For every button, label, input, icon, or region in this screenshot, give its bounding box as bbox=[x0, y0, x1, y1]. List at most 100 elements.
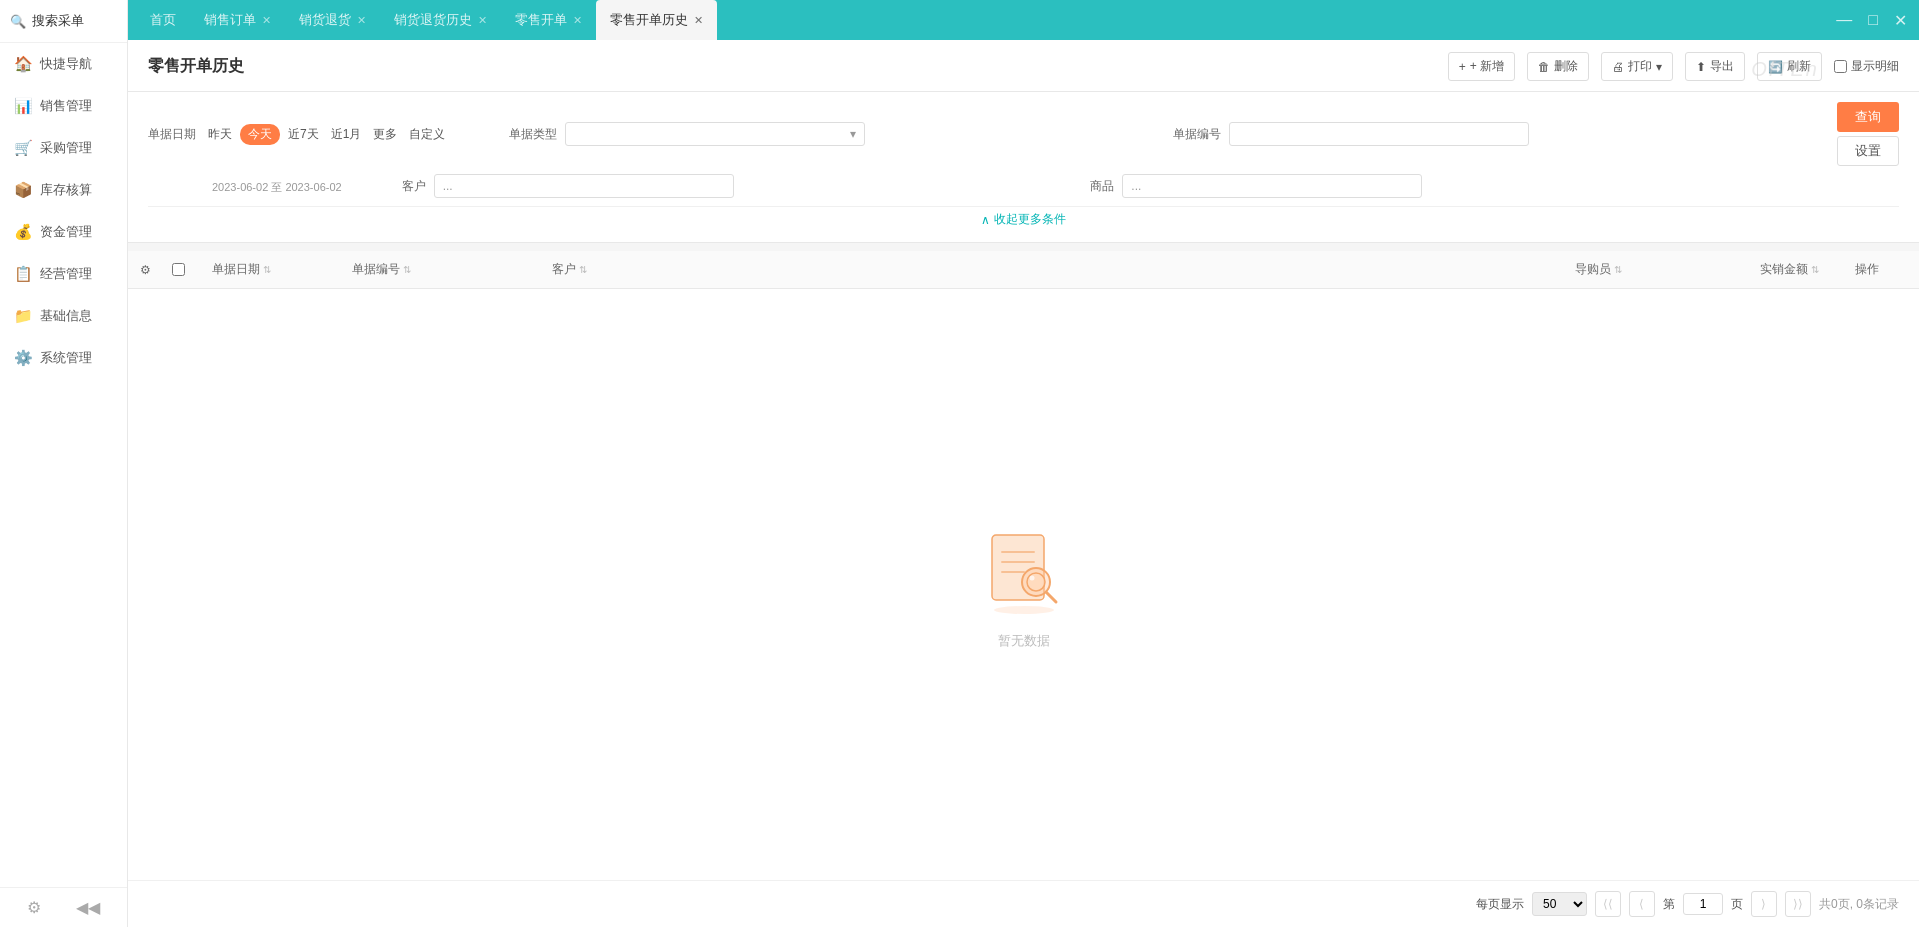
sidebar-search-label: 搜索采单 bbox=[32, 12, 84, 30]
th-amount[interactable]: 实销金额 ⇅ bbox=[1687, 261, 1827, 278]
tab-sales-order[interactable]: 销售订单✕ bbox=[190, 0, 285, 40]
tab-retail-history[interactable]: 零售开单历史✕ bbox=[596, 0, 717, 40]
show-detail-checkbox[interactable] bbox=[1834, 60, 1847, 73]
svg-point-7 bbox=[1027, 573, 1045, 591]
customer-filter-group: 客户 ... bbox=[402, 174, 1071, 198]
add-button[interactable]: + + 新增 bbox=[1448, 52, 1515, 81]
customer-value: ... bbox=[443, 179, 453, 193]
page-prefix-label: 第 bbox=[1663, 896, 1675, 913]
delete-icon: 🗑 bbox=[1538, 60, 1550, 74]
th-date[interactable]: 单据日期 ⇅ bbox=[204, 261, 344, 278]
total-info: 共0页, 0条记录 bbox=[1819, 896, 1899, 913]
bill-type-select[interactable]: ▾ bbox=[565, 122, 865, 146]
per-page-label: 每页显示 bbox=[1476, 896, 1524, 913]
empty-icon bbox=[974, 520, 1074, 620]
date-opt-last1month[interactable]: 近1月 bbox=[327, 124, 366, 145]
tab-close-sales-return[interactable]: ✕ bbox=[357, 14, 366, 27]
sidebar: 🔍 搜索采单 🏠 快捷导航 📊 销售管理 🛒 采购管理 📦 库存核算 💰 资金管… bbox=[0, 0, 128, 927]
print-icon: 🖨 bbox=[1612, 60, 1624, 74]
sidebar-item-sales-mgmt[interactable]: 📊 销售管理 bbox=[0, 85, 127, 127]
page-suffix-label: 页 bbox=[1731, 896, 1743, 913]
select-all-checkbox[interactable] bbox=[172, 263, 185, 276]
sidebar-icon-system-mgmt: ⚙️ bbox=[14, 349, 32, 367]
collapse-icon[interactable]: ◀◀ bbox=[76, 898, 100, 917]
sidebar-item-quick-nav[interactable]: 🏠 快捷导航 bbox=[0, 43, 127, 85]
settings-button[interactable]: 设置 bbox=[1837, 136, 1899, 166]
export-button[interactable]: ⬆ 导出 bbox=[1685, 52, 1745, 81]
last-page-btn[interactable]: ⟩⟩ bbox=[1785, 891, 1811, 917]
tab-label-retail-open: 零售开单 bbox=[515, 11, 567, 29]
sidebar-item-purchase-mgmt[interactable]: 🛒 采购管理 bbox=[0, 127, 127, 169]
collapse-label: 收起更多条件 bbox=[994, 211, 1066, 228]
date-opt-custom[interactable]: 自定义 bbox=[405, 124, 449, 145]
date-opt-more[interactable]: 更多 bbox=[369, 124, 401, 145]
tab-close-sales-return-history[interactable]: ✕ bbox=[478, 14, 487, 27]
date-filter-group: 单据日期 昨天今天近7天近1月更多自定义 bbox=[148, 124, 449, 145]
query-button[interactable]: 查询 bbox=[1837, 102, 1899, 132]
sidebar-icon-operations: 📋 bbox=[14, 265, 32, 283]
th-customer-label: 客户 bbox=[552, 261, 576, 278]
print-button[interactable]: 🖨 打印 ▾ bbox=[1601, 52, 1673, 81]
prev-page-btn[interactable]: ⟨ bbox=[1629, 891, 1655, 917]
delete-button[interactable]: 🗑 删除 bbox=[1527, 52, 1589, 81]
close-btn[interactable]: ✕ bbox=[1890, 11, 1911, 30]
empty-text: 暂无数据 bbox=[998, 632, 1050, 650]
sidebar-icon-quick-nav: 🏠 bbox=[14, 55, 32, 73]
th-checkbox[interactable] bbox=[172, 263, 204, 276]
th-guide[interactable]: 导购员 ⇅ bbox=[1567, 261, 1687, 278]
show-detail-label: 显示明细 bbox=[1851, 58, 1899, 75]
tab-close-sales-order[interactable]: ✕ bbox=[262, 14, 271, 27]
th-settings[interactable]: ⚙ bbox=[140, 263, 172, 277]
sidebar-label-purchase-mgmt: 采购管理 bbox=[40, 139, 92, 157]
bill-no-input[interactable] bbox=[1229, 122, 1529, 146]
first-page-btn[interactable]: ⟨⟨ bbox=[1595, 891, 1621, 917]
th-customer[interactable]: 客户 ⇅ bbox=[544, 261, 1567, 278]
th-date-label: 单据日期 bbox=[212, 261, 260, 278]
sidebar-label-basic-info: 基础信息 bbox=[40, 307, 92, 325]
tab-retail-open[interactable]: 零售开单 ✕ bbox=[501, 0, 596, 40]
sort-icon-date: ⇅ bbox=[263, 264, 271, 275]
date-opt-yesterday[interactable]: 昨天 bbox=[204, 124, 236, 145]
refresh-button[interactable]: 🔄 刷新 bbox=[1757, 52, 1822, 81]
sidebar-label-operations: 经营管理 bbox=[40, 265, 92, 283]
print-label: 打印 bbox=[1628, 58, 1652, 75]
maximize-btn[interactable]: □ bbox=[1864, 11, 1882, 29]
th-bill-no[interactable]: 单据编号 ⇅ bbox=[344, 261, 544, 278]
tab-close-retail-open[interactable]: ✕ bbox=[573, 14, 582, 27]
sidebar-item-finance[interactable]: 💰 资金管理 bbox=[0, 211, 127, 253]
settings-icon[interactable]: ⚙ bbox=[27, 898, 41, 917]
date-opt-last7days[interactable]: 近7天 bbox=[284, 124, 323, 145]
show-detail-toggle[interactable]: 显示明细 bbox=[1834, 58, 1899, 75]
sidebar-item-system-mgmt[interactable]: ⚙️ 系统管理 bbox=[0, 337, 127, 379]
bill-no-label: 单据编号 bbox=[1173, 126, 1221, 143]
page-input[interactable] bbox=[1683, 893, 1723, 915]
goods-value: ... bbox=[1131, 179, 1141, 193]
content-area: 零售开单历史 + + 新增 🗑 删除 🖨 打印 ▾ bbox=[128, 40, 1919, 927]
main-area: 首页销售订单✕销货退货✕销货退货历史✕零售开单✕零售开单历史✕ — □ ✕ 零售… bbox=[128, 0, 1919, 927]
next-page-btn[interactable]: ⟩ bbox=[1751, 891, 1777, 917]
sidebar-item-operations[interactable]: 📋 经营管理 bbox=[0, 253, 127, 295]
sidebar-item-basic-info[interactable]: 📁 基础信息 bbox=[0, 295, 127, 337]
collapse-conditions[interactable]: ∧ 收起更多条件 bbox=[148, 206, 1899, 232]
tab-label-sales-return: 销货退货 bbox=[299, 11, 351, 29]
page-size-select[interactable]: 50 10 20 100 bbox=[1532, 892, 1587, 916]
sidebar-label-inventory: 库存核算 bbox=[40, 181, 92, 199]
chevron-down-icon: ▾ bbox=[850, 127, 856, 141]
minimize-btn[interactable]: — bbox=[1832, 11, 1856, 29]
date-opt-today[interactable]: 今天 bbox=[240, 124, 280, 145]
sidebar-search[interactable]: 🔍 搜索采单 bbox=[0, 0, 127, 43]
tab-home[interactable]: 首页 bbox=[136, 0, 190, 40]
add-icon: + bbox=[1459, 60, 1466, 74]
tab-sales-return-history[interactable]: 销货退货历史✕ bbox=[380, 0, 501, 40]
goods-select[interactable]: ... bbox=[1122, 174, 1422, 198]
bill-type-group: 单据类型 ▾ bbox=[509, 122, 1153, 146]
sidebar-label-system-mgmt: 系统管理 bbox=[40, 349, 92, 367]
sidebar-item-inventory[interactable]: 📦 库存核算 bbox=[0, 169, 127, 211]
tab-close-retail-history[interactable]: ✕ bbox=[694, 14, 703, 27]
export-icon: ⬆ bbox=[1696, 60, 1706, 74]
tab-sales-return[interactable]: 销货退货 ✕ bbox=[285, 0, 380, 40]
customer-select[interactable]: ... bbox=[434, 174, 734, 198]
sort-icon-amount: ⇅ bbox=[1811, 264, 1819, 275]
search-icon: 🔍 bbox=[10, 14, 26, 29]
collapse-icon: ∧ bbox=[981, 213, 990, 227]
